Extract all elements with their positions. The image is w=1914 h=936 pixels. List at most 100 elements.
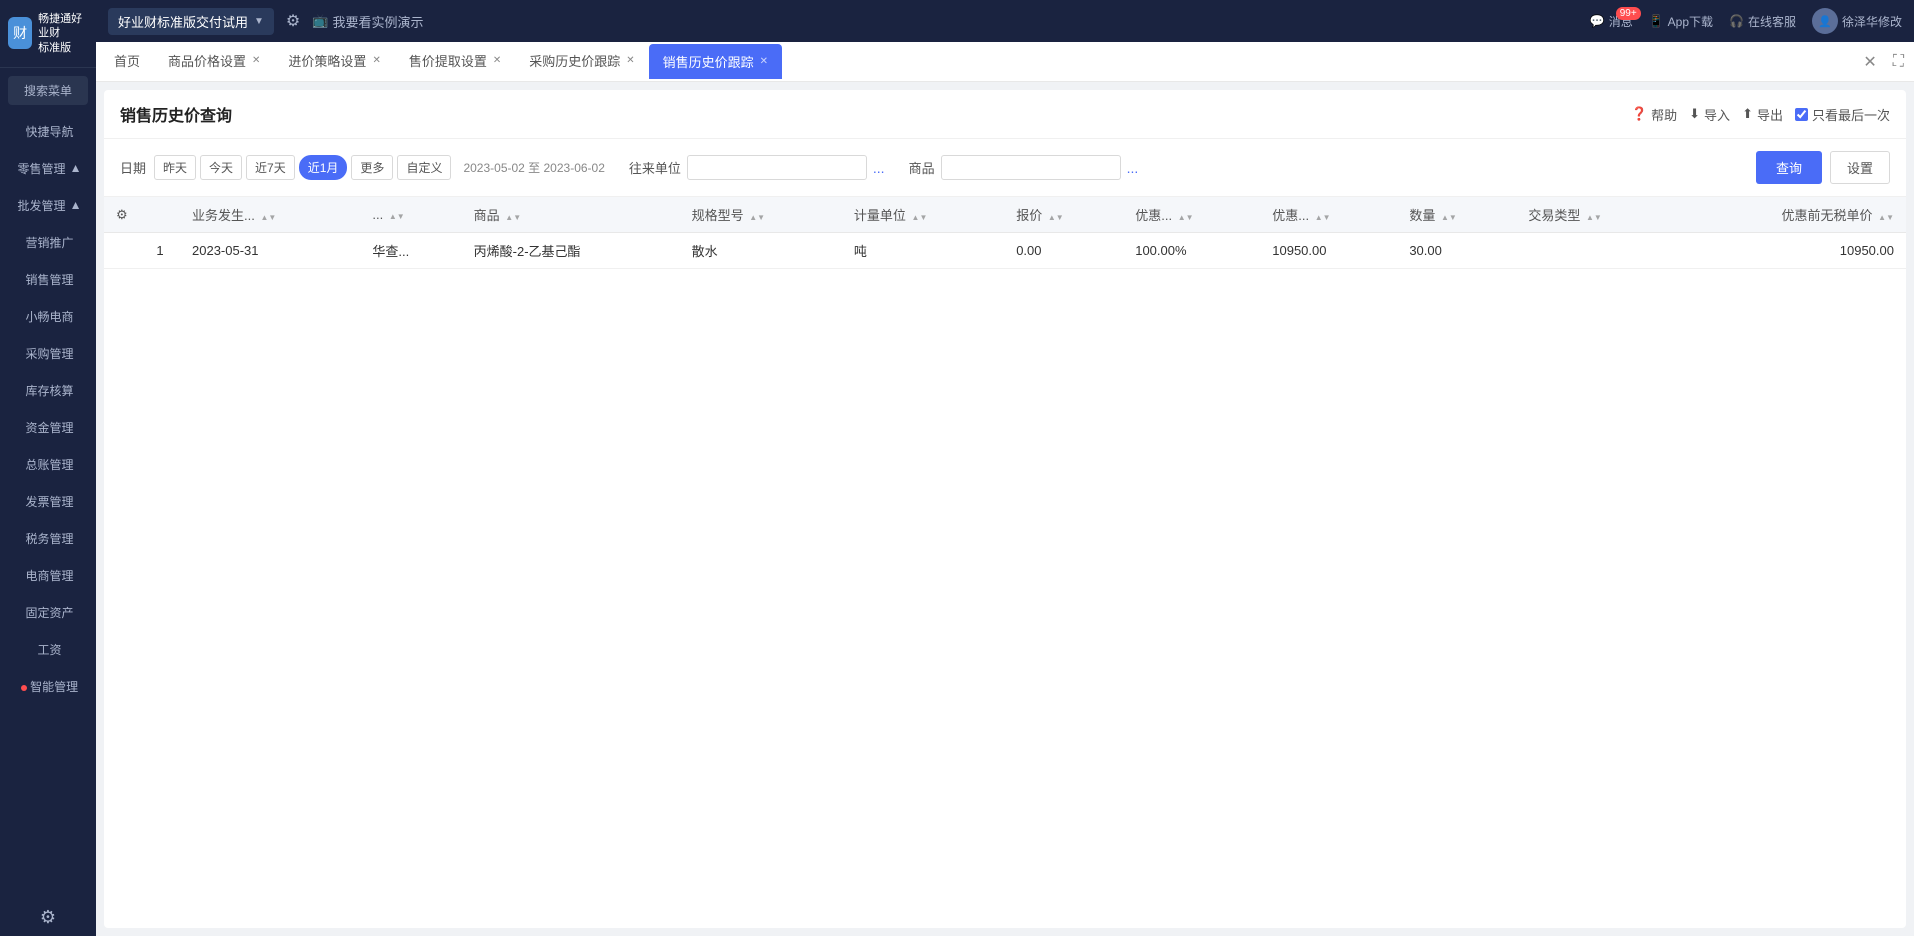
- tab-product-price-close-icon[interactable]: ✕: [252, 55, 260, 66]
- user-profile-button[interactable]: 👤 徐泽华修改: [1812, 8, 1902, 34]
- sidebar-item-label: 批发管理: [18, 197, 66, 214]
- sidebar-item-sales[interactable]: 销售管理: [0, 261, 96, 298]
- col-pretax-price-sort-icon[interactable]: ▲▼: [1878, 214, 1894, 222]
- col-more-label: ...: [372, 207, 383, 222]
- tab-sales-history-close-icon[interactable]: ✕: [760, 56, 768, 67]
- tab-purchase-strategy-label: 进价策略设置: [288, 51, 366, 70]
- table-settings-icon[interactable]: ⚙: [116, 207, 128, 222]
- col-price-sort-icon[interactable]: ▲▼: [1048, 214, 1064, 222]
- message-icon: 💬: [1590, 14, 1605, 28]
- export-button[interactable]: ⬆ 导出: [1742, 105, 1783, 124]
- col-discount1-sort-icon[interactable]: ▲▼: [1178, 214, 1194, 222]
- col-tx-type-sort-icon[interactable]: ▲▼: [1586, 214, 1602, 222]
- tab-purchase-strategy-close-icon[interactable]: ✕: [372, 55, 380, 66]
- col-qty-sort-icon[interactable]: ▲▼: [1441, 214, 1457, 222]
- sidebar-item-purchase[interactable]: 采购管理: [0, 335, 96, 372]
- date-filter-group: 日期 昨天 今天 近7天 近1月 更多 自定义 2023-05-02 至 202…: [120, 155, 605, 180]
- logo-icon: 财: [8, 17, 32, 49]
- tab-purchase-strategy[interactable]: 进价策略设置 ✕: [274, 43, 394, 80]
- tab-product-price[interactable]: 商品价格设置 ✕: [154, 43, 274, 80]
- sidebar-item-smart[interactable]: 智能管理: [0, 668, 96, 705]
- date-buttons: 昨天 今天 近7天 近1月 更多 自定义: [154, 155, 451, 180]
- col-biz-date[interactable]: 业务发生... ▲▼: [180, 197, 360, 233]
- customer-filter-dots[interactable]: ...: [873, 160, 885, 176]
- col-price-label: 报价: [1016, 208, 1042, 223]
- col-more-sort-icon[interactable]: ▲▼: [389, 213, 405, 221]
- tab-sales-history[interactable]: 销售历史价跟踪 ✕: [649, 44, 782, 79]
- col-product[interactable]: 商品 ▲▼: [462, 197, 680, 233]
- date-btn-more[interactable]: 更多: [351, 155, 393, 180]
- cell-settings: [104, 233, 140, 269]
- tab-maximize-button[interactable]: ⛶: [1887, 51, 1910, 73]
- col-discount2-sort-icon[interactable]: ▲▼: [1315, 214, 1331, 222]
- tab-purchase-history-close-icon[interactable]: ✕: [626, 55, 634, 66]
- product-filter-input[interactable]: [941, 155, 1121, 180]
- help-button[interactable]: ❓ 帮助: [1631, 105, 1677, 124]
- col-pretax-price-label: 优惠前无税单价: [1782, 208, 1873, 223]
- module-selector[interactable]: 好业财标准版交付试用 ▼: [108, 8, 274, 35]
- sidebar-item-ecommerce[interactable]: 电商管理: [0, 557, 96, 594]
- app-download-button[interactable]: 📱 App下载: [1649, 13, 1713, 30]
- sidebar-item-inventory[interactable]: 库存核算: [0, 372, 96, 409]
- sidebar-item-wholesale[interactable]: 批发管理 ▲: [0, 187, 96, 224]
- tab-home[interactable]: 首页: [100, 43, 154, 80]
- sidebar-item-tax[interactable]: 税务管理: [0, 520, 96, 557]
- sidebar-item-retail[interactable]: 零售管理 ▲: [0, 150, 96, 187]
- col-qty[interactable]: 数量 ▲▼: [1397, 197, 1516, 233]
- sidebar-item-invoice[interactable]: 发票管理: [0, 483, 96, 520]
- last-only-checkbox[interactable]: [1795, 108, 1808, 121]
- col-spec-label: 规格型号: [692, 208, 744, 223]
- sidebar-item-finance[interactable]: 资金管理: [0, 409, 96, 446]
- filter-bar: 日期 昨天 今天 近7天 近1月 更多 自定义 2023-05-02 至 202…: [104, 139, 1906, 197]
- sidebar-search-area[interactable]: 搜索菜单: [0, 68, 96, 113]
- tabbar: 首页 商品价格设置 ✕ 进价策略设置 ✕ 售价提取设置 ✕ 采购历史价跟踪 ✕ …: [96, 42, 1914, 82]
- search-menu-button[interactable]: 搜索菜单: [8, 76, 88, 105]
- tab-close-button[interactable]: ✕: [1857, 50, 1882, 74]
- tab-price-extract[interactable]: 售价提取设置 ✕: [395, 43, 515, 80]
- tab-purchase-history-label: 采购历史价跟踪: [529, 51, 620, 70]
- tab-product-price-label: 商品价格设置: [168, 51, 246, 70]
- sidebar-item-payroll[interactable]: 工资: [0, 631, 96, 668]
- sidebar-item-quick-nav[interactable]: 快捷导航: [0, 113, 96, 150]
- customer-filter-input[interactable]: [687, 155, 867, 180]
- filter-settings-button[interactable]: 设置: [1830, 151, 1890, 184]
- date-btn-custom[interactable]: 自定义: [397, 155, 451, 180]
- topbar-settings-icon[interactable]: ⚙: [286, 11, 300, 31]
- col-discount2[interactable]: 优惠... ▲▼: [1260, 197, 1397, 233]
- online-service-button[interactable]: 🎧 在线客服: [1729, 13, 1796, 30]
- col-spec-sort-icon[interactable]: ▲▼: [749, 214, 765, 222]
- query-button[interactable]: 查询: [1756, 151, 1822, 184]
- date-btn-yesterday[interactable]: 昨天: [154, 155, 196, 180]
- retail-arrow-icon: ▲: [70, 161, 82, 175]
- product-filter-dots[interactable]: ...: [1127, 160, 1139, 176]
- cell-spec: 散水: [680, 233, 842, 269]
- col-spec[interactable]: 规格型号 ▲▼: [680, 197, 842, 233]
- col-price[interactable]: 报价 ▲▼: [1004, 197, 1123, 233]
- col-more[interactable]: ... ▲▼: [360, 197, 461, 233]
- last-only-checkbox-label[interactable]: 只看最后一次: [1795, 105, 1890, 124]
- sidebar-item-marketing[interactable]: 营销推广: [0, 224, 96, 261]
- message-button[interactable]: 💬 消息 99+: [1590, 13, 1633, 30]
- tab-purchase-history[interactable]: 采购历史价跟踪 ✕: [515, 43, 648, 80]
- col-biz-date-sort-icon[interactable]: ▲▼: [260, 214, 276, 222]
- import-button[interactable]: ⬇ 导入: [1689, 105, 1730, 124]
- col-unit[interactable]: 计量单位 ▲▼: [842, 197, 1004, 233]
- col-discount1[interactable]: 优惠... ▲▼: [1123, 197, 1260, 233]
- sidebar-item-assets[interactable]: 固定资产: [0, 594, 96, 631]
- col-product-sort-icon[interactable]: ▲▼: [505, 214, 521, 222]
- col-pretax-price[interactable]: 优惠前无税单价 ▲▼: [1679, 197, 1906, 233]
- customer-filter-field: 往来单位 ...: [629, 155, 885, 180]
- sidebar-settings-button[interactable]: ⚙: [0, 899, 96, 936]
- product-filter-field: 商品 ...: [909, 155, 1139, 180]
- col-product-label: 商品: [474, 208, 500, 223]
- demo-button[interactable]: 📺 我要看实例演示: [312, 12, 423, 31]
- col-unit-sort-icon[interactable]: ▲▼: [912, 214, 928, 222]
- sidebar-item-ecommerce-small[interactable]: 小畅电商: [0, 298, 96, 335]
- sidebar-item-ledger[interactable]: 总账管理: [0, 446, 96, 483]
- date-btn-last1m[interactable]: 近1月: [299, 155, 348, 180]
- tab-price-extract-close-icon[interactable]: ✕: [493, 55, 501, 66]
- col-settings[interactable]: ⚙: [104, 197, 140, 233]
- date-btn-today[interactable]: 今天: [200, 155, 242, 180]
- col-tx-type[interactable]: 交易类型 ▲▼: [1516, 197, 1678, 233]
- date-btn-last7[interactable]: 近7天: [246, 155, 295, 180]
